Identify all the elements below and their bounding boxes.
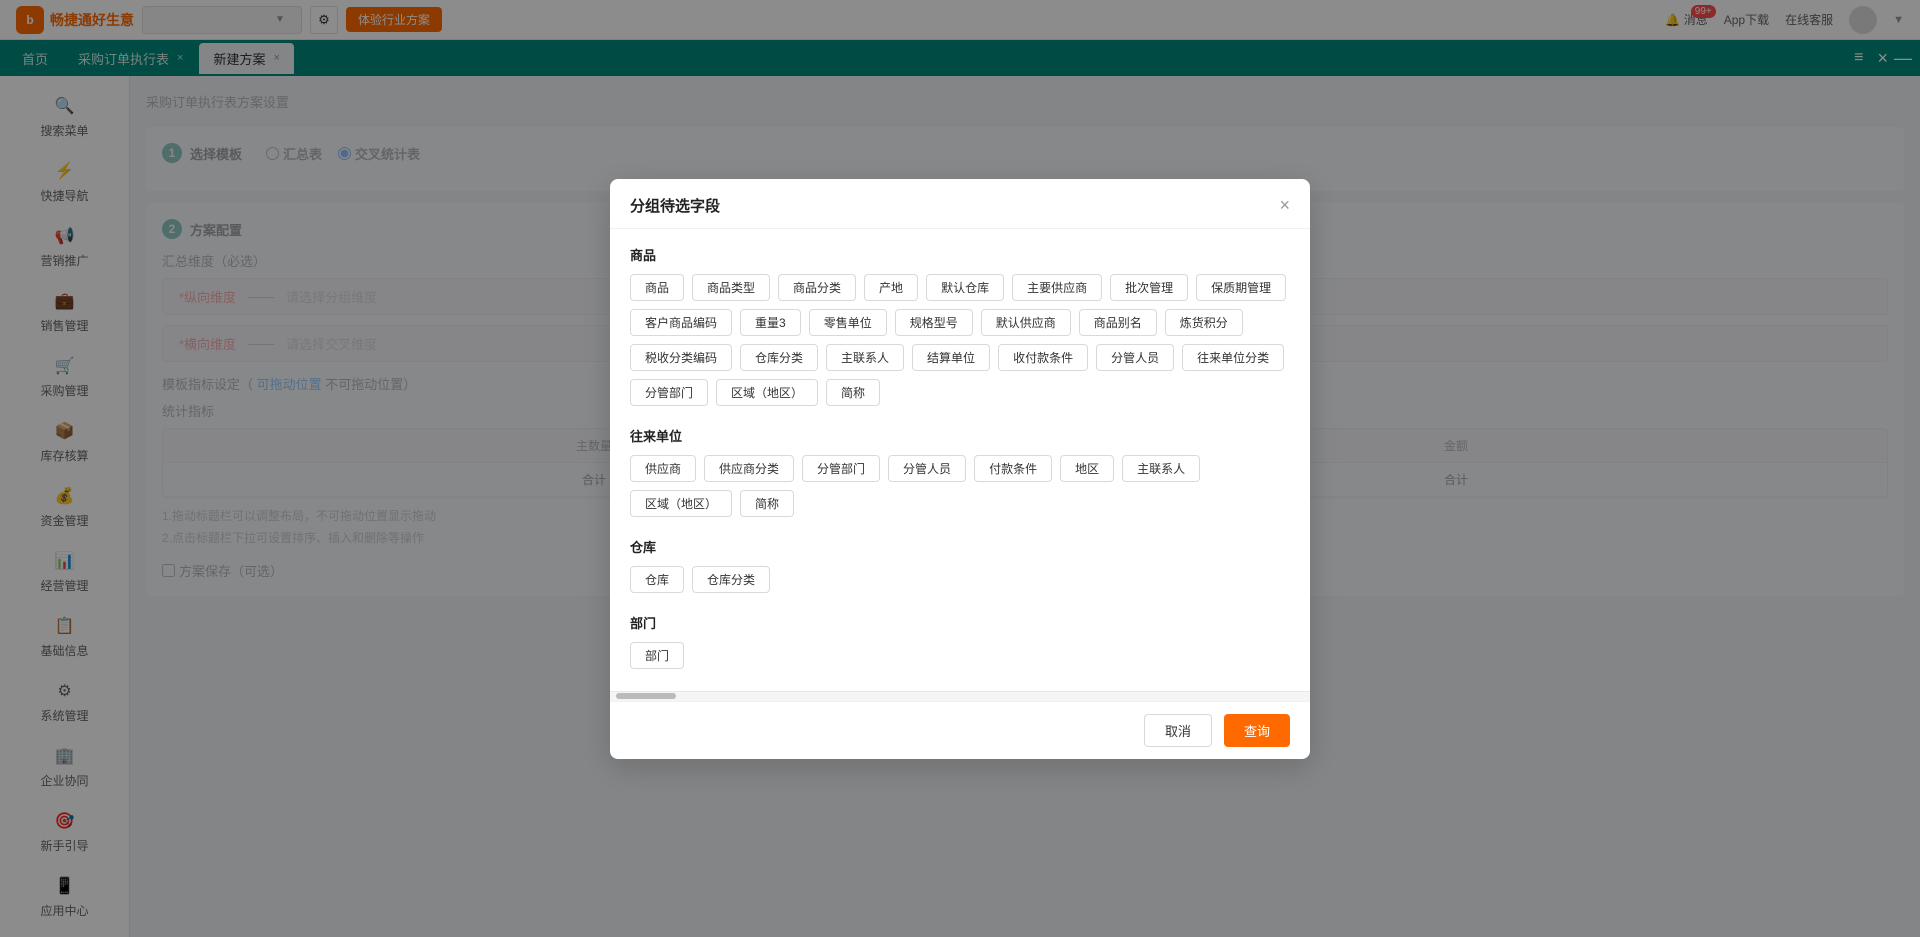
warehouse-tags: 仓库 仓库分类 bbox=[630, 566, 1290, 593]
category-product: 商品 商品 商品类型 商品分类 产地 默认仓库 主要供应商 批次管理 保质期管理… bbox=[630, 245, 1290, 406]
tag-weight3[interactable]: 重量3 bbox=[740, 309, 801, 336]
tag-dept[interactable]: 分管部门 bbox=[630, 379, 708, 406]
tag-product[interactable]: 商品 bbox=[630, 274, 684, 301]
tag-partner-region[interactable]: 区域（地区） bbox=[630, 490, 732, 517]
tag-spec-model[interactable]: 规格型号 bbox=[895, 309, 973, 336]
partner-tags: 供应商 供应商分类 分管部门 分管人员 付款条件 地区 主联系人 区域（地区） … bbox=[630, 455, 1290, 517]
tag-partner-dept[interactable]: 分管部门 bbox=[802, 455, 880, 482]
tag-wh-cat[interactable]: 仓库分类 bbox=[692, 566, 770, 593]
tag-main-supplier[interactable]: 主要供应商 bbox=[1012, 274, 1102, 301]
confirm-button[interactable]: 查询 bbox=[1224, 714, 1290, 747]
modal-footer: 取消 查询 bbox=[610, 701, 1310, 759]
category-warehouse-title: 仓库 bbox=[630, 537, 1290, 556]
product-tags: 商品 商品类型 商品分类 产地 默认仓库 主要供应商 批次管理 保质期管理 客户… bbox=[630, 274, 1290, 406]
tag-supervisor[interactable]: 分管人员 bbox=[1096, 344, 1174, 371]
tag-smelting-points[interactable]: 炼货积分 bbox=[1165, 309, 1243, 336]
tag-partner-supervisor[interactable]: 分管人员 bbox=[888, 455, 966, 482]
tag-payment-terms[interactable]: 收付款条件 bbox=[998, 344, 1088, 371]
tag-product-type[interactable]: 商品类型 bbox=[692, 274, 770, 301]
modal-close-button[interactable]: × bbox=[1279, 196, 1290, 214]
tag-region[interactable]: 区域（地区） bbox=[716, 379, 818, 406]
tag-warehouse-category[interactable]: 仓库分类 bbox=[740, 344, 818, 371]
tag-customer-code[interactable]: 客户商品编码 bbox=[630, 309, 732, 336]
tag-tax-code[interactable]: 税收分类编码 bbox=[630, 344, 732, 371]
tag-product-category[interactable]: 商品分类 bbox=[778, 274, 856, 301]
category-warehouse: 仓库 仓库 仓库分类 bbox=[630, 537, 1290, 593]
department-tags: 部门 bbox=[630, 642, 1290, 669]
tag-retail-unit[interactable]: 零售单位 bbox=[809, 309, 887, 336]
tag-origin[interactable]: 产地 bbox=[864, 274, 918, 301]
tag-supplier[interactable]: 供应商 bbox=[630, 455, 696, 482]
category-product-title: 商品 bbox=[630, 245, 1290, 264]
tag-partner-short[interactable]: 简称 bbox=[740, 490, 794, 517]
modal-footer-buttons: 取消 查询 bbox=[1144, 714, 1290, 747]
tag-main-contact[interactable]: 主联系人 bbox=[826, 344, 904, 371]
category-department-title: 部门 bbox=[630, 613, 1290, 632]
hscroll-thumb[interactable] bbox=[616, 693, 676, 699]
category-partner: 往来单位 供应商 供应商分类 分管部门 分管人员 付款条件 地区 主联系人 区域… bbox=[630, 426, 1290, 517]
tag-default-warehouse[interactable]: 默认仓库 bbox=[926, 274, 1004, 301]
tag-wh[interactable]: 仓库 bbox=[630, 566, 684, 593]
tag-area[interactable]: 地区 bbox=[1060, 455, 1114, 482]
tag-expiry-mgmt[interactable]: 保质期管理 bbox=[1196, 274, 1286, 301]
category-department: 部门 部门 bbox=[630, 613, 1290, 669]
tag-batch-mgmt[interactable]: 批次管理 bbox=[1110, 274, 1188, 301]
tag-supplier-cat[interactable]: 供应商分类 bbox=[704, 455, 794, 482]
tag-short-name[interactable]: 简称 bbox=[826, 379, 880, 406]
modal-body: 商品 商品 商品类型 商品分类 产地 默认仓库 主要供应商 批次管理 保质期管理… bbox=[610, 229, 1310, 691]
tag-payment-cond[interactable]: 付款条件 bbox=[974, 455, 1052, 482]
modal-horizontal-scrollbar[interactable] bbox=[610, 691, 1310, 701]
modal-dialog: 分组待选字段 × 商品 商品 商品类型 商品分类 产地 默认仓库 主要供应商 批… bbox=[610, 179, 1310, 759]
tag-settlement-unit[interactable]: 结算单位 bbox=[912, 344, 990, 371]
tag-product-alias[interactable]: 商品别名 bbox=[1079, 309, 1157, 336]
modal-title: 分组待选字段 bbox=[630, 195, 720, 216]
category-partner-title: 往来单位 bbox=[630, 426, 1290, 445]
modal-overlay[interactable]: 分组待选字段 × 商品 商品 商品类型 商品分类 产地 默认仓库 主要供应商 批… bbox=[0, 0, 1920, 937]
tag-default-supplier[interactable]: 默认供应商 bbox=[981, 309, 1071, 336]
tag-partner-category[interactable]: 往来单位分类 bbox=[1182, 344, 1284, 371]
tag-partner-contact[interactable]: 主联系人 bbox=[1122, 455, 1200, 482]
modal-header: 分组待选字段 × bbox=[610, 179, 1310, 229]
tag-department[interactable]: 部门 bbox=[630, 642, 684, 669]
cancel-button[interactable]: 取消 bbox=[1144, 714, 1212, 747]
